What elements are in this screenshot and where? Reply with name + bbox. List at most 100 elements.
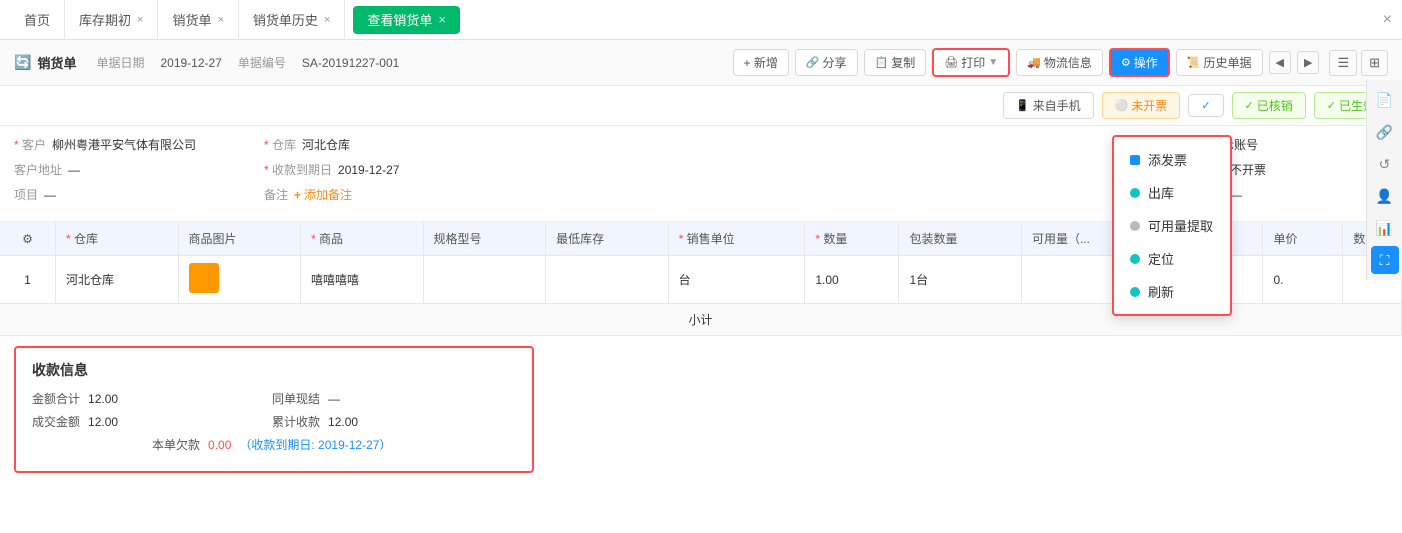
number-label: 单据编号	[238, 54, 286, 71]
cell-sales-unit: 台	[668, 256, 805, 304]
cell-spec	[423, 256, 546, 304]
total-amount-item: 金额合计 12.00	[32, 390, 232, 407]
project-value: —	[44, 188, 56, 202]
locate-label: 定位	[1148, 249, 1174, 268]
address-label: 客户地址	[14, 161, 62, 178]
same-settlement-item: 同单现结 —	[272, 390, 472, 407]
customer-value[interactable]: 柳州粤港平安气体有限公司	[52, 136, 196, 153]
list-view-button[interactable]: ☰	[1329, 50, 1357, 76]
right-icon-chart[interactable]: 📊	[1371, 214, 1399, 242]
payment-title: 收款信息	[32, 360, 516, 380]
add-invoice-label: 添发票	[1148, 150, 1187, 169]
total-amount-value: 12.00	[88, 392, 118, 406]
cumulative-value: 12.00	[328, 415, 358, 429]
avail-qty-item[interactable]: 可用量提取	[1114, 209, 1230, 242]
note-field: 备注 添加备注	[264, 186, 484, 203]
main-content: 🔄 销货单 单据日期 2019-12-27 单据编号 SA-20191227-0…	[0, 40, 1402, 533]
prev-button[interactable]: ◀	[1269, 51, 1291, 74]
tab-view-sales[interactable]: 查看销货单 ×	[353, 6, 460, 34]
window-close-button[interactable]: ×	[1383, 11, 1392, 29]
document-header: 🔄 销货单 单据日期 2019-12-27 单据编号 SA-20191227-0…	[0, 40, 1402, 86]
payment-date-label: 收款到期日	[264, 161, 332, 178]
cell-index: 1	[0, 256, 56, 304]
toolbar-right: + 新增 🔗 分享 📋 复制 🖨 打印 ▼ 🚚 物流信息	[733, 48, 1389, 77]
cell-price: 0.	[1263, 256, 1343, 304]
ticket-value: 不开票	[1230, 161, 1266, 178]
note-label: 备注	[264, 186, 288, 203]
payment-date-value: 2019-12-27	[338, 163, 399, 177]
cumulative-label: 累计收款	[272, 413, 320, 430]
add-note-button[interactable]: 添加备注	[294, 186, 352, 203]
phone-source-button[interactable]: 📱 来自手机	[1003, 92, 1094, 119]
locate-item[interactable]: 定位	[1114, 242, 1230, 275]
tab-sales[interactable]: 销货单 ×	[158, 0, 238, 40]
print-button[interactable]: 🖨 打印 ▼	[932, 48, 1010, 77]
new-button[interactable]: + 新增	[733, 49, 789, 76]
invoice-status-button[interactable]: ⚪ 未开票	[1102, 92, 1181, 119]
add-invoice-item[interactable]: 添发票	[1114, 143, 1230, 176]
col-warehouse: 仓库	[56, 222, 179, 256]
payment-row-1: 金额合计 12.00 同单现结 —	[32, 390, 516, 407]
right-icon-doc[interactable]: 📄	[1371, 86, 1399, 114]
outbound-item[interactable]: 出库	[1114, 176, 1230, 209]
project-label: 项目	[14, 186, 38, 203]
cell-image	[178, 256, 301, 304]
refresh-icon	[1130, 287, 1140, 297]
confirmed-badge[interactable]: ✓ 已核销	[1232, 92, 1306, 119]
next-button[interactable]: ▶	[1297, 51, 1319, 74]
locate-icon	[1130, 254, 1140, 264]
tab-sales-history[interactable]: 销货单历史 ×	[239, 0, 345, 40]
col-qty: 数量	[805, 222, 899, 256]
col-pack-qty: 包装数量	[899, 222, 1022, 256]
col-image: 商品图片	[178, 222, 301, 256]
warehouse-field: 仓库 河北仓库	[264, 136, 484, 153]
date-value: 2019-12-27	[160, 56, 221, 70]
cell-product: 嘻嘻嘻嘻	[301, 256, 424, 304]
right-icon-expand[interactable]: ⛶	[1371, 246, 1399, 274]
operation-button[interactable]: ⚙ 操作	[1109, 48, 1170, 77]
tab-close-sales[interactable]: ×	[217, 14, 223, 26]
logistics-button[interactable]: 🚚 物流信息	[1016, 49, 1103, 76]
col-product: 商品	[301, 222, 424, 256]
col-spec: 规格型号	[423, 222, 546, 256]
address-value: —	[68, 163, 80, 177]
tab-home[interactable]: 首页	[10, 0, 65, 40]
deal-amount-item: 成交金额 12.00	[32, 413, 232, 430]
customer-field: 客户 柳州粤港平安气体有限公司	[14, 136, 234, 153]
arrears-item: 本单欠款 0.00 （收款到期日: 2019-12-27）	[32, 436, 391, 453]
add-invoice-icon	[1130, 155, 1140, 165]
avail-qty-label: 可用量提取	[1148, 216, 1213, 235]
col-settings[interactable]: ⚙	[0, 222, 56, 256]
address-field: 客户地址 —	[14, 161, 234, 178]
right-icon-user[interactable]: 👤	[1371, 182, 1399, 210]
tab-inventory-init[interactable]: 库存期初 ×	[65, 0, 158, 40]
total-amount-label: 金额合计	[32, 390, 80, 407]
tab-close-view-sales[interactable]: ×	[438, 12, 446, 27]
payment-date-field: 收款到期日 2019-12-27	[264, 161, 484, 178]
confirm-check[interactable]: ✓	[1188, 94, 1223, 117]
tab-close-sales-history[interactable]: ×	[324, 14, 330, 26]
right-icon-link[interactable]: 🔗	[1371, 118, 1399, 146]
view-toggle: ☰ ⊞	[1329, 50, 1388, 76]
doc-meta: 单据日期 2019-12-27 单据编号 SA-20191227-001	[96, 54, 399, 71]
cell-min-stock	[546, 256, 669, 304]
product-image	[189, 263, 219, 293]
cumulative-item: 累计收款 12.00	[272, 413, 472, 430]
customer-label: 客户	[14, 136, 46, 153]
tab-close-inventory[interactable]: ×	[137, 14, 143, 26]
arrears-value: 0.00	[208, 438, 231, 452]
right-icon-refresh[interactable]: ↺	[1371, 150, 1399, 178]
grid-view-button[interactable]: ⊞	[1361, 50, 1388, 76]
copy-button[interactable]: 📋 复制	[864, 49, 927, 76]
cell-qty: 1.00	[805, 256, 899, 304]
share-button[interactable]: 🔗 分享	[795, 49, 858, 76]
refresh-label: 刷新	[1148, 282, 1174, 301]
payment-row-2: 成交金额 12.00 累计收款 12.00	[32, 413, 516, 430]
avail-qty-icon	[1130, 221, 1140, 231]
payment-row-3: 本单欠款 0.00 （收款到期日: 2019-12-27）	[32, 436, 516, 453]
tab-bar: 首页 库存期初 × 销货单 × 销货单历史 × 查看销货单 × ×	[0, 0, 1402, 40]
refresh-item[interactable]: 刷新	[1114, 275, 1230, 308]
history-button[interactable]: 📜 历史单据	[1176, 49, 1263, 76]
deal-amount-label: 成交金额	[32, 413, 80, 430]
payment-section: 收款信息 金额合计 12.00 同单现结 — 成交金额 12.00 累计收款	[14, 346, 534, 473]
